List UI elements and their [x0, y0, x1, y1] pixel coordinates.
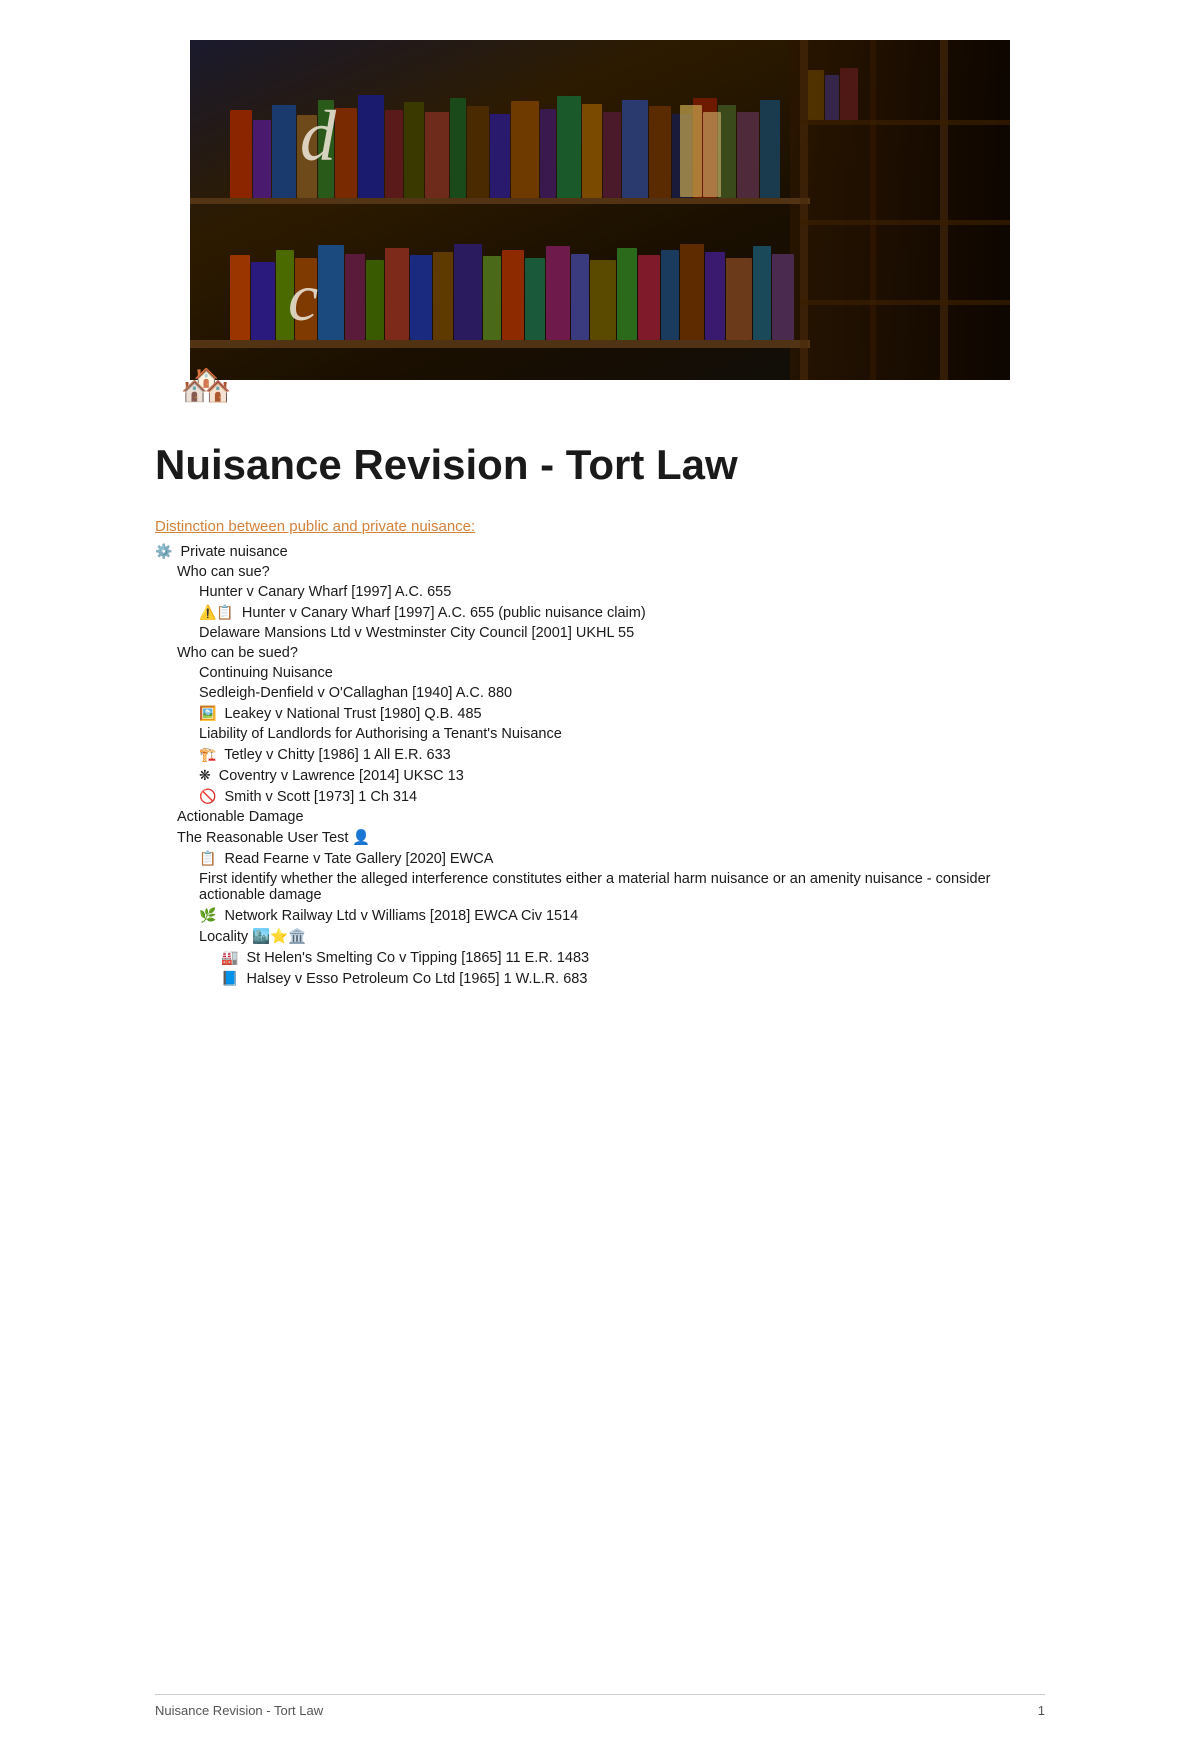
item-text: The Reasonable User Test 👤: [177, 830, 371, 846]
list-item: First identify whether the alleged inter…: [155, 869, 1045, 905]
item-text: Who can sue?: [177, 564, 270, 580]
section-heading: Distinction between public and private n…: [155, 518, 1045, 535]
house-emoji: 🏘️: [180, 361, 232, 410]
item-text: Liability of Landlords for Authorising a…: [199, 726, 562, 742]
list-item: Actionable Damage: [155, 807, 1045, 827]
warning-doc-icon: ⚠️📋: [199, 604, 234, 620]
list-item: Continuing Nuisance: [155, 663, 1045, 683]
asterisk-icon: ❋: [199, 767, 211, 783]
item-text: Read Fearne v Tate Gallery [2020] EWCA: [224, 851, 493, 867]
item-text: Hunter v Canary Wharf [1997] A.C. 655: [199, 584, 451, 600]
list-item: 📋 Read Fearne v Tate Gallery [2020] EWCA: [155, 848, 1045, 869]
list-item: ❋ Coventry v Lawrence [2014] UKSC 13: [155, 765, 1045, 786]
svg-text:d: d: [300, 96, 337, 176]
item-text: Sedleigh-Denfield v O'Callaghan [1940] A…: [199, 685, 512, 701]
page-title: Nuisance Revision - Tort Law: [155, 440, 1045, 490]
list-item: Who can sue?: [155, 562, 1045, 582]
image-icon: 🖼️: [199, 705, 216, 721]
item-text: Smith v Scott [1973] 1 Ch 314: [224, 789, 417, 805]
item-text: St Helen's Smelting Co v Tipping [1865] …: [246, 950, 589, 966]
list-item: 📘 Halsey v Esso Petroleum Co Ltd [1965] …: [155, 968, 1045, 989]
outline-list: ⚙️ Private nuisance Who can sue? Hunter …: [155, 541, 1045, 989]
footer-title: Nuisance Revision - Tort Law: [155, 1703, 323, 1718]
list-item: ⚙️ Private nuisance: [155, 541, 1045, 562]
item-text: Continuing Nuisance: [199, 665, 333, 681]
list-item: Delaware Mansions Ltd v Westminster City…: [155, 623, 1045, 643]
svg-text:c: c: [288, 259, 318, 335]
list-item: 🏭 St Helen's Smelting Co v Tipping [1865…: [155, 947, 1045, 968]
item-text: Actionable Damage: [177, 809, 304, 825]
plant-icon: 🌿: [199, 907, 216, 923]
item-text: Coventry v Lawrence [2014] UKSC 13: [219, 768, 464, 784]
doc-icon: 📋: [199, 850, 216, 866]
list-item: 🌿 Network Railway Ltd v Williams [2018] …: [155, 905, 1045, 926]
item-text: First identify whether the alleged inter…: [199, 871, 990, 903]
gear-icon: ⚙️: [155, 543, 172, 559]
content-area: Nuisance Revision - Tort Law Distinction…: [0, 430, 1200, 1069]
list-item: Sedleigh-Denfield v O'Callaghan [1940] A…: [155, 683, 1045, 703]
construction-icon: 🏗️: [199, 746, 216, 762]
item-text: Delaware Mansions Ltd v Westminster City…: [199, 625, 634, 641]
list-item: Locality 🏙️⭐🏛️: [155, 926, 1045, 947]
factory-icon: 🏭: [221, 949, 238, 965]
item-text: Tetley v Chitty [1986] 1 All E.R. 633: [224, 747, 450, 763]
hero-image: d c: [190, 40, 1010, 380]
item-text: Network Railway Ltd v Williams [2018] EW…: [224, 908, 578, 924]
item-text: Locality 🏙️⭐🏛️: [199, 929, 306, 945]
item-text: Leakey v National Trust [1980] Q.B. 485: [224, 706, 481, 722]
list-item: ⚠️📋 Hunter v Canary Wharf [1997] A.C. 65…: [155, 602, 1045, 623]
hero-container: d c 🏘️: [190, 40, 1010, 380]
list-item: 🚫 Smith v Scott [1973] 1 Ch 314: [155, 786, 1045, 807]
item-text: Hunter v Canary Wharf [1997] A.C. 655 (p…: [242, 605, 646, 621]
item-text: Who can be sued?: [177, 645, 298, 661]
list-item: Hunter v Canary Wharf [1997] A.C. 655: [155, 582, 1045, 602]
item-text: Halsey v Esso Petroleum Co Ltd [1965] 1 …: [246, 971, 587, 987]
page-number: 1: [1038, 1703, 1045, 1718]
list-item: Who can be sued?: [155, 643, 1045, 663]
item-text: Private nuisance: [180, 544, 287, 560]
book-icon: 📘: [221, 970, 238, 986]
page-wrapper: d c 🏘️ N: [0, 40, 1200, 1738]
list-item: 🖼️ Leakey v National Trust [1980] Q.B. 4…: [155, 703, 1045, 724]
outline-section: Distinction between public and private n…: [155, 518, 1045, 989]
list-item: Liability of Landlords for Authorising a…: [155, 724, 1045, 744]
list-item: The Reasonable User Test 👤: [155, 827, 1045, 848]
list-item: 🏗️ Tetley v Chitty [1986] 1 All E.R. 633: [155, 744, 1045, 765]
no-entry-icon: 🚫: [199, 788, 216, 804]
